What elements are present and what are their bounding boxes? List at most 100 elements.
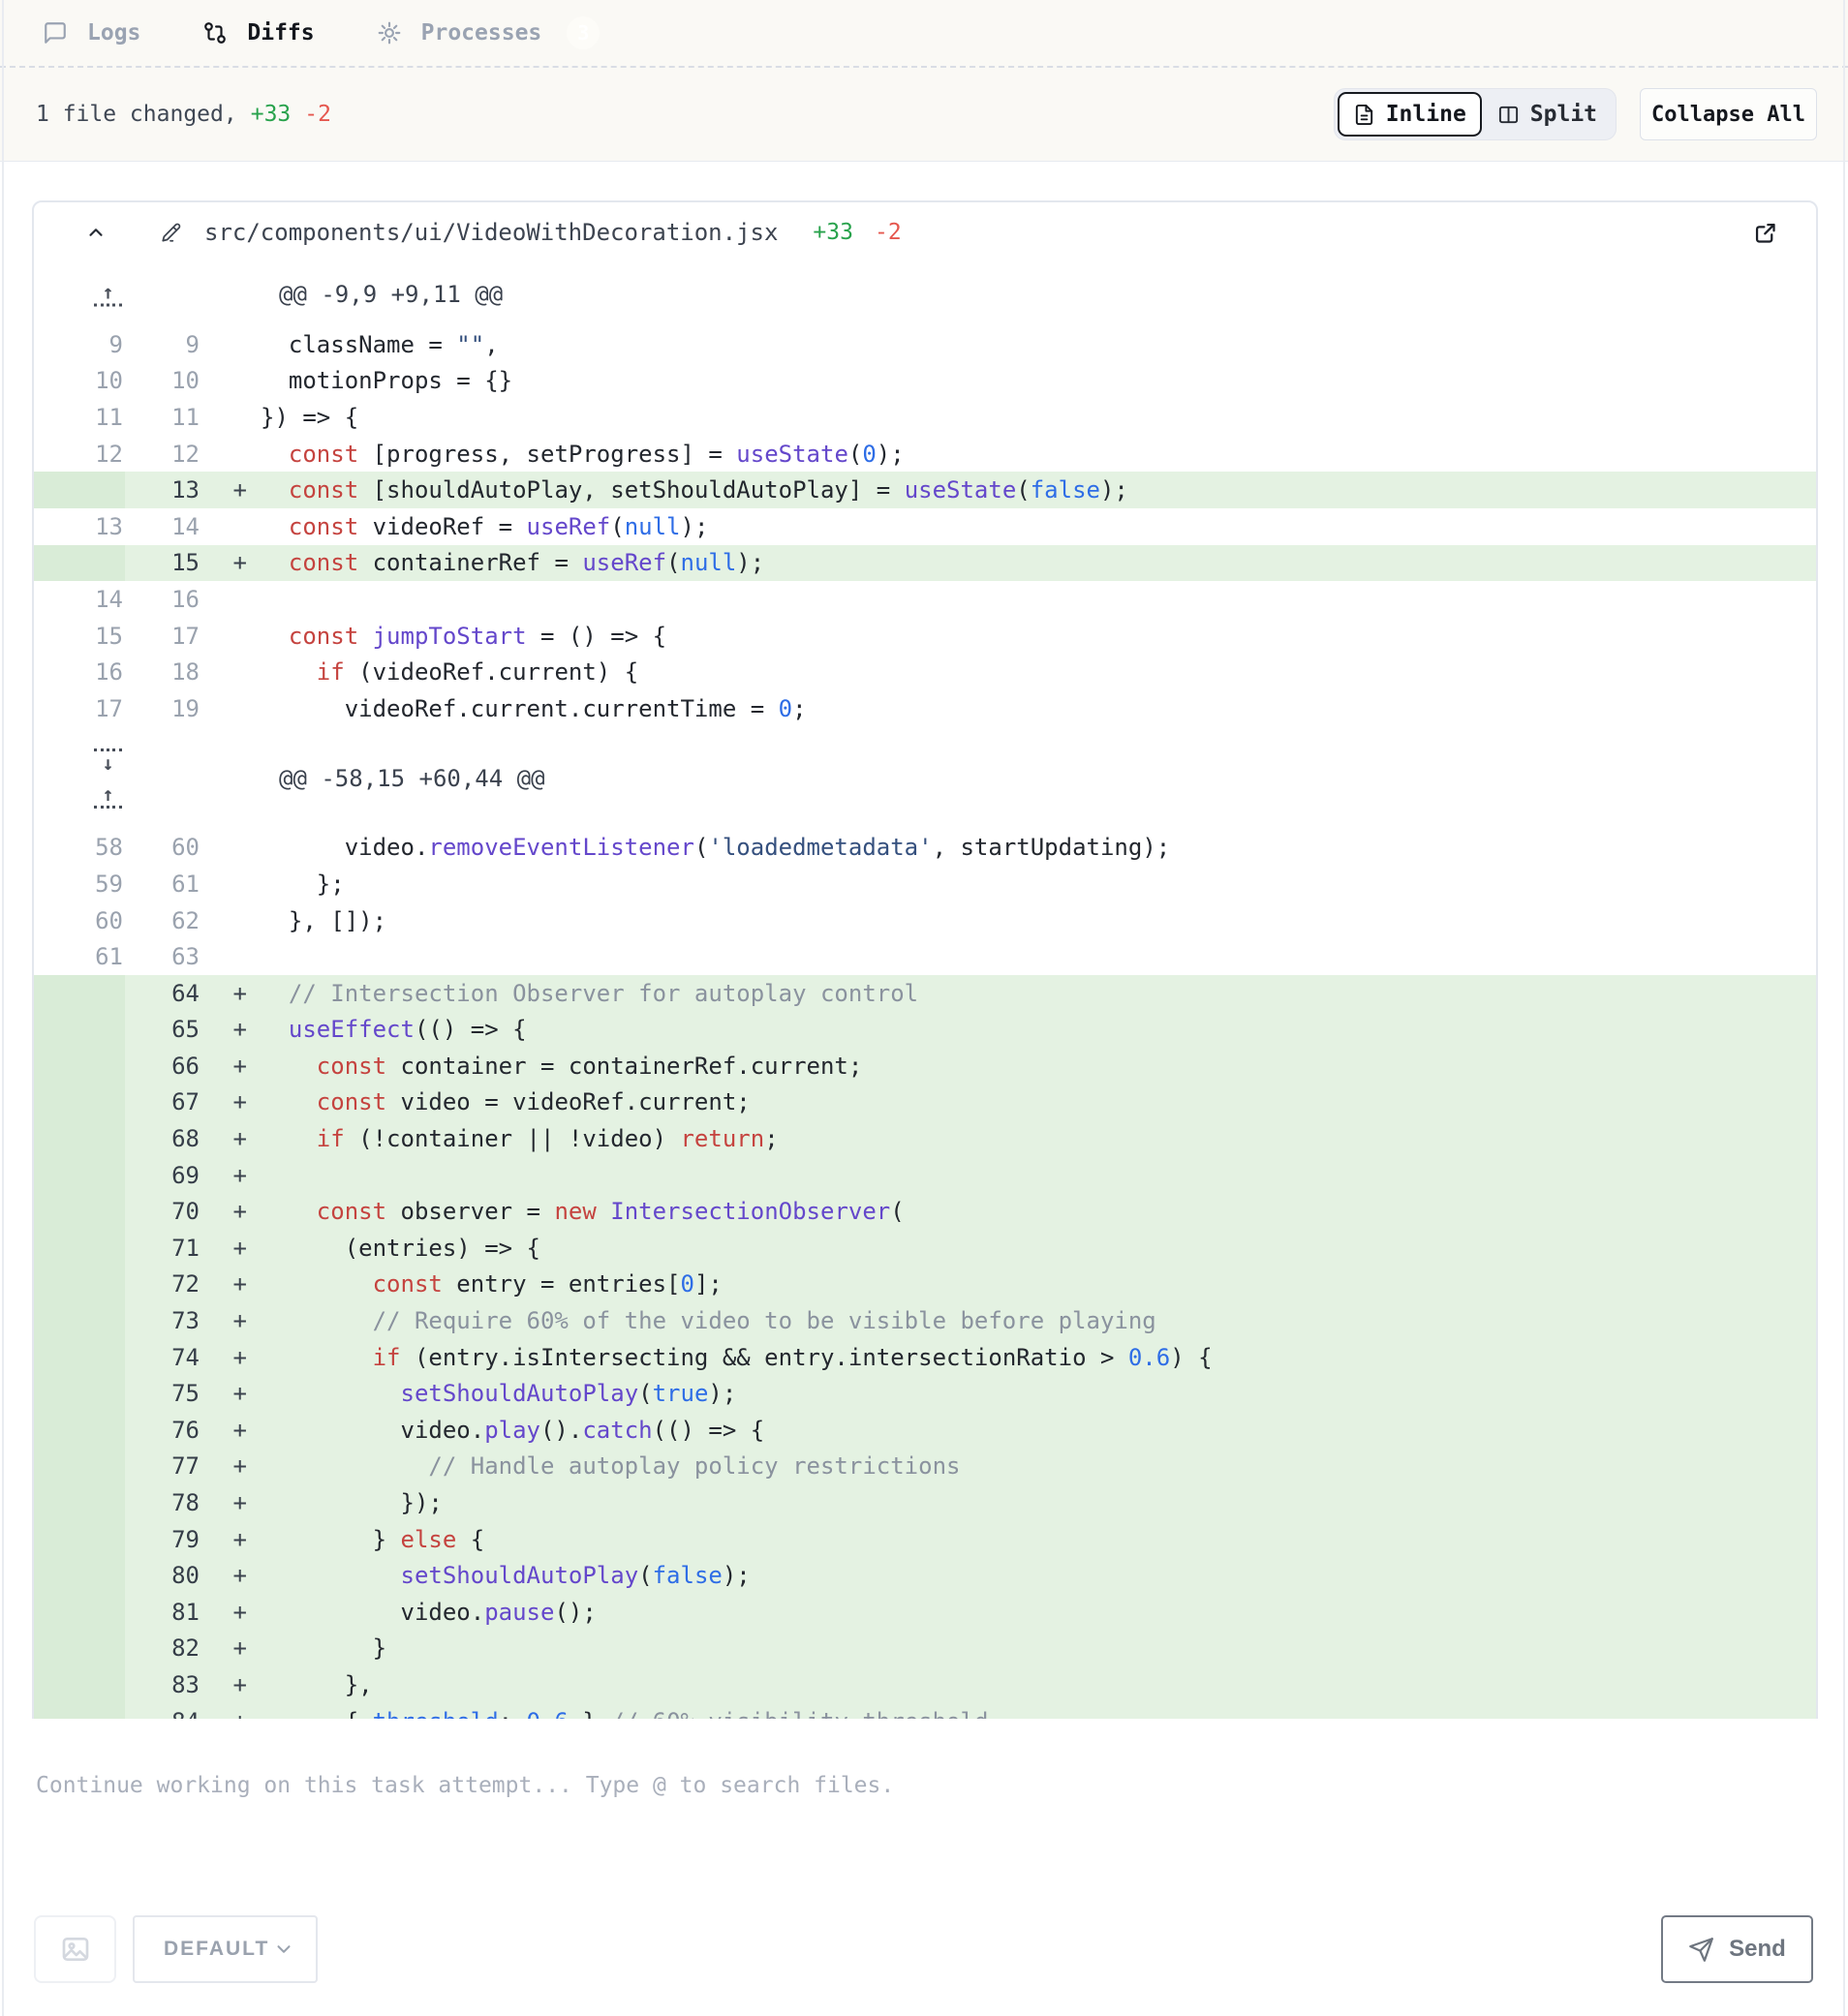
- open-external-icon[interactable]: [1752, 220, 1778, 246]
- hunk-header-text: @@ -58,15 +60,44 @@: [279, 764, 545, 792]
- diff-line-row: 81 + video.pause();: [34, 1594, 1816, 1631]
- attach-image-button[interactable]: [34, 1915, 116, 1983]
- new-line-number: 66: [171, 1052, 200, 1080]
- old-line-number: 10: [95, 367, 123, 395]
- file-deletions: -2: [874, 220, 902, 245]
- diff-line-row: 61 63: [34, 938, 1816, 975]
- new-line-number: 78: [171, 1489, 200, 1517]
- view-controls: Inline Split Collapse All: [1333, 88, 1817, 140]
- old-line-number: 60: [95, 906, 123, 934]
- tab-diffs[interactable]: Diffs: [202, 20, 315, 46]
- old-line-number: 9: [108, 330, 123, 358]
- expand-up-icon[interactable]: ↑: [94, 283, 122, 307]
- line-marker: +: [232, 1525, 247, 1553]
- diff-line-row: 13 + const [shouldAutoPlay, setShouldAuto…: [34, 472, 1816, 508]
- code-text: setShouldAutoPlay(true);: [400, 1380, 737, 1408]
- diff-line-row: 69 +: [34, 1156, 1816, 1194]
- old-line-number: [34, 974, 125, 1012]
- old-line-number: 59: [95, 870, 123, 898]
- diff-line-row: 64 + // Intersection Observer for autopla…: [34, 974, 1816, 1012]
- diff-line-row: 10 10 motionProps = {}: [34, 363, 1816, 400]
- line-marker: +: [232, 1125, 247, 1153]
- diff-line-row: 75 + setShouldAutoPlay(true);: [34, 1375, 1816, 1413]
- line-marker: +: [232, 1562, 247, 1590]
- code-text: const jumpToStart = () => {: [288, 622, 667, 650]
- old-line-number: [34, 1702, 125, 1719]
- old-line-number: [34, 1011, 125, 1049]
- old-line-number: [34, 1557, 125, 1594]
- old-line-number: [34, 1484, 125, 1521]
- code-text: const container = containerRef.current;: [316, 1052, 863, 1080]
- files-changed-text: 1 file changed,: [36, 102, 237, 127]
- new-line-number: 11: [171, 403, 200, 431]
- new-line-number: 60: [171, 834, 200, 862]
- send-button[interactable]: Send: [1661, 1915, 1813, 1983]
- old-line-number: 11: [95, 403, 123, 431]
- processes-count-badge: 3: [567, 16, 601, 49]
- code-text: const videoRef = useRef(null);: [288, 512, 709, 540]
- line-marker: +: [232, 1416, 247, 1444]
- line-marker: +: [232, 1670, 247, 1698]
- inline-label: Inline: [1385, 102, 1466, 127]
- expand-up-icon[interactable]: ↑: [94, 784, 122, 809]
- tab-processes[interactable]: Processes 3: [377, 16, 601, 49]
- collapse-file-chevron-icon[interactable]: [85, 222, 107, 243]
- diff-line-row: 67 + const video = videoRef.current;: [34, 1084, 1816, 1121]
- line-marker: +: [232, 1088, 247, 1116]
- view-mode-toggle: Inline Split: [1333, 88, 1617, 140]
- old-line-number: [34, 472, 125, 508]
- expand-context-controls: ↑: [94, 283, 122, 307]
- line-marker: +: [232, 979, 247, 1007]
- diff-panel[interactable]: src/components/ui/VideoWithDecoration.js…: [0, 162, 1848, 1719]
- old-line-number: 14: [95, 585, 123, 613]
- pencil-icon: [162, 223, 181, 242]
- code-text: const observer = new IntersectionObserve…: [316, 1198, 905, 1226]
- right-scrollbar-track[interactable]: [1843, 0, 1845, 2016]
- new-line-number: 13: [171, 476, 200, 504]
- tab-logs-label: Logs: [87, 20, 141, 46]
- total-deletions: -2: [304, 102, 331, 127]
- hunk-header-row: ↑ @@ -9,9 +9,11 @@: [34, 262, 1816, 326]
- old-line-number: 15: [95, 622, 123, 650]
- code-text: if (videoRef.current) {: [316, 658, 639, 687]
- diff-line-row: 11 11}) => {: [34, 399, 1816, 436]
- old-line-number: 13: [95, 512, 123, 540]
- line-marker: +: [201, 1708, 247, 1719]
- collapse-all-button[interactable]: Collapse All: [1640, 88, 1817, 140]
- code-text: (entries) => {: [261, 1234, 540, 1262]
- new-line-number: 15: [171, 549, 200, 577]
- gear-icon: [378, 21, 401, 45]
- code-text: };: [261, 870, 345, 898]
- line-marker: +: [232, 1234, 247, 1262]
- old-line-number: [34, 1048, 125, 1084]
- line-marker: +: [232, 1598, 247, 1626]
- profile-select[interactable]: DEFAULT: [133, 1915, 318, 1983]
- new-line-number: 73: [171, 1307, 200, 1335]
- diff-line-row: 17 19 videoRef.current.currentTime = 0;: [34, 690, 1816, 727]
- changed-files-summary: 1 file changed, +33 -2: [36, 102, 331, 127]
- code-text: }, []);: [261, 906, 387, 934]
- total-additions: +33: [250, 102, 292, 127]
- new-line-number: 74: [171, 1343, 200, 1371]
- old-line-number: [34, 1594, 125, 1631]
- expand-down-icon[interactable]: ↓: [94, 748, 122, 773]
- line-marker: +: [232, 1307, 247, 1335]
- new-line-number: 64: [171, 979, 200, 1007]
- new-line-number: 63: [171, 943, 200, 971]
- code-text: const [progress, setProgress] = useState…: [288, 440, 905, 468]
- new-line-number: 75: [171, 1380, 200, 1408]
- image-icon: [62, 1938, 88, 1961]
- file-path[interactable]: src/components/ui/VideoWithDecoration.js…: [204, 219, 778, 246]
- new-line-number: 14: [171, 512, 200, 540]
- new-line-number: 80: [171, 1562, 200, 1590]
- new-line-number: 68: [171, 1125, 200, 1153]
- code-text: useEffect(() => {: [288, 1016, 527, 1044]
- inline-view-button[interactable]: Inline: [1337, 92, 1482, 137]
- code-text: video.pause();: [261, 1598, 597, 1626]
- split-view-button[interactable]: Split: [1482, 92, 1613, 137]
- line-marker: +: [232, 1016, 247, 1044]
- composer-input[interactable]: Continue working on this task attempt...…: [36, 1773, 894, 1798]
- tab-logs[interactable]: Logs: [43, 20, 140, 46]
- code-text: { threshold: 0.6 } // 60% visibility thr…: [247, 1708, 1816, 1719]
- old-line-number: 12: [95, 440, 123, 468]
